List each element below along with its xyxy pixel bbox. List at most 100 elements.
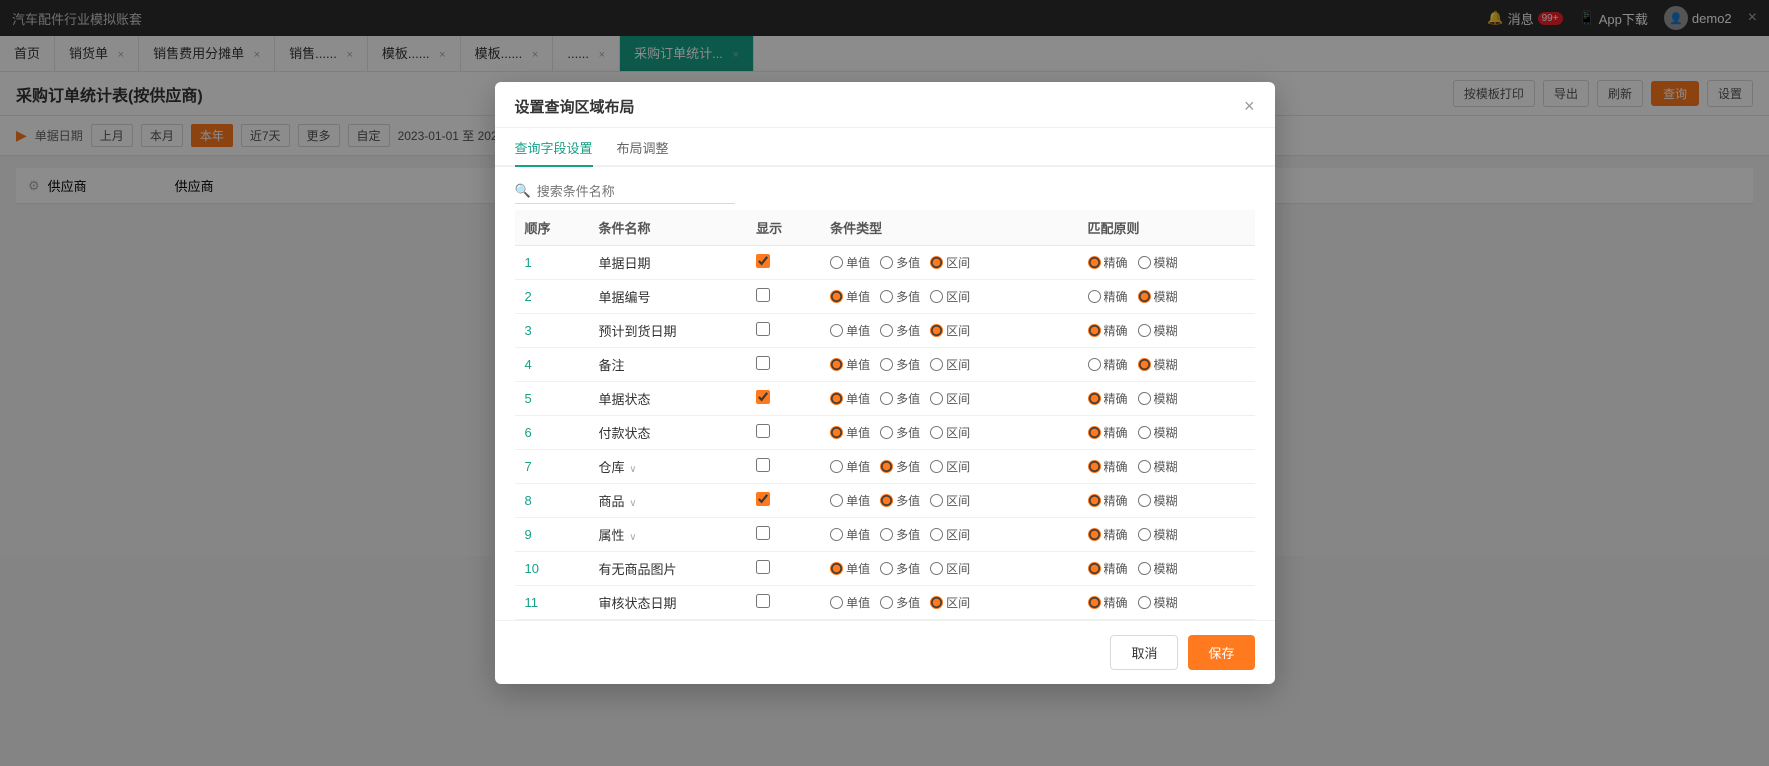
display-checkbox-2[interactable] bbox=[756, 322, 770, 336]
match-fuzzy-label[interactable]: 模糊 bbox=[1138, 492, 1178, 509]
cond-multi-radio[interactable] bbox=[880, 528, 893, 541]
cond-range-radio[interactable] bbox=[930, 358, 943, 371]
match-fuzzy-radio[interactable] bbox=[1138, 290, 1151, 303]
cond-range-label[interactable]: 区间 bbox=[930, 254, 970, 271]
cond-multi-radio[interactable] bbox=[880, 358, 893, 371]
cond-range-radio[interactable] bbox=[930, 290, 943, 303]
cond-single-radio[interactable] bbox=[830, 528, 843, 541]
display-checkbox-5[interactable] bbox=[756, 424, 770, 438]
cond-single-label[interactable]: 单值 bbox=[830, 254, 870, 271]
cond-multi-label[interactable]: 多值 bbox=[880, 492, 920, 509]
display-checkbox-7[interactable] bbox=[756, 492, 770, 506]
cond-range-radio[interactable] bbox=[930, 562, 943, 575]
match-fuzzy-label[interactable]: 模糊 bbox=[1138, 356, 1178, 373]
cancel-btn[interactable]: 取消 bbox=[1110, 635, 1178, 670]
cond-range-label[interactable]: 区间 bbox=[930, 356, 970, 373]
match-exact-radio[interactable] bbox=[1088, 460, 1101, 473]
match-exact-radio[interactable] bbox=[1088, 358, 1101, 371]
cond-range-radio[interactable] bbox=[930, 596, 943, 609]
cond-single-label[interactable]: 单值 bbox=[830, 492, 870, 509]
cond-range-radio[interactable] bbox=[930, 528, 943, 541]
cond-single-radio[interactable] bbox=[830, 290, 843, 303]
match-exact-radio[interactable] bbox=[1088, 494, 1101, 507]
cond-single-radio[interactable] bbox=[830, 494, 843, 507]
match-fuzzy-label[interactable]: 模糊 bbox=[1138, 424, 1178, 441]
match-fuzzy-radio[interactable] bbox=[1138, 562, 1151, 575]
cond-single-radio[interactable] bbox=[830, 392, 843, 405]
cond-single-label[interactable]: 单值 bbox=[830, 356, 870, 373]
cond-single-radio[interactable] bbox=[830, 426, 843, 439]
display-checkbox-0[interactable] bbox=[756, 254, 770, 268]
cond-multi-label[interactable]: 多值 bbox=[880, 254, 920, 271]
cond-range-label[interactable]: 区间 bbox=[930, 390, 970, 407]
match-exact-label[interactable]: 精确 bbox=[1088, 526, 1128, 543]
save-btn[interactable]: 保存 bbox=[1188, 635, 1254, 670]
match-fuzzy-radio[interactable] bbox=[1138, 460, 1151, 473]
match-exact-radio[interactable] bbox=[1088, 392, 1101, 405]
cond-multi-radio[interactable] bbox=[880, 392, 893, 405]
cond-single-label[interactable]: 单值 bbox=[830, 322, 870, 339]
match-fuzzy-label[interactable]: 模糊 bbox=[1138, 594, 1178, 611]
cond-multi-label[interactable]: 多值 bbox=[880, 594, 920, 611]
match-exact-radio[interactable] bbox=[1088, 290, 1101, 303]
display-checkbox-10[interactable] bbox=[756, 594, 770, 608]
cond-multi-label[interactable]: 多值 bbox=[880, 390, 920, 407]
cond-range-radio[interactable] bbox=[930, 256, 943, 269]
match-exact-label[interactable]: 精确 bbox=[1088, 458, 1128, 475]
match-exact-radio[interactable] bbox=[1088, 256, 1101, 269]
match-fuzzy-radio[interactable] bbox=[1138, 256, 1151, 269]
display-checkbox-3[interactable] bbox=[756, 356, 770, 370]
match-exact-label[interactable]: 精确 bbox=[1088, 288, 1128, 305]
match-exact-radio[interactable] bbox=[1088, 562, 1101, 575]
display-checkbox-8[interactable] bbox=[756, 526, 770, 540]
cond-single-label[interactable]: 单值 bbox=[830, 526, 870, 543]
cond-range-label[interactable]: 区间 bbox=[930, 288, 970, 305]
display-checkbox-1[interactable] bbox=[756, 288, 770, 302]
match-fuzzy-radio[interactable] bbox=[1138, 324, 1151, 337]
cond-multi-label[interactable]: 多值 bbox=[880, 356, 920, 373]
cond-single-label[interactable]: 单值 bbox=[830, 594, 870, 611]
match-exact-label[interactable]: 精确 bbox=[1088, 424, 1128, 441]
cond-multi-radio[interactable] bbox=[880, 256, 893, 269]
match-fuzzy-label[interactable]: 模糊 bbox=[1138, 254, 1178, 271]
match-fuzzy-radio[interactable] bbox=[1138, 392, 1151, 405]
match-exact-label[interactable]: 精确 bbox=[1088, 356, 1128, 373]
cond-range-label[interactable]: 区间 bbox=[930, 322, 970, 339]
match-exact-radio[interactable] bbox=[1088, 596, 1101, 609]
match-exact-label[interactable]: 精确 bbox=[1088, 594, 1128, 611]
cond-range-label[interactable]: 区间 bbox=[930, 560, 970, 577]
match-exact-label[interactable]: 精确 bbox=[1088, 254, 1128, 271]
cond-single-radio[interactable] bbox=[830, 358, 843, 371]
match-exact-radio[interactable] bbox=[1088, 528, 1101, 541]
cond-range-label[interactable]: 区间 bbox=[930, 492, 970, 509]
cond-multi-label[interactable]: 多值 bbox=[880, 560, 920, 577]
cond-single-radio[interactable] bbox=[830, 324, 843, 337]
cond-range-radio[interactable] bbox=[930, 392, 943, 405]
match-exact-radio[interactable] bbox=[1088, 324, 1101, 337]
match-fuzzy-radio[interactable] bbox=[1138, 596, 1151, 609]
tab-field-settings[interactable]: 查询字段设置 bbox=[515, 128, 593, 167]
cond-single-radio[interactable] bbox=[830, 460, 843, 473]
match-exact-radio[interactable] bbox=[1088, 426, 1101, 439]
match-fuzzy-radio[interactable] bbox=[1138, 358, 1151, 371]
match-fuzzy-label[interactable]: 模糊 bbox=[1138, 526, 1178, 543]
cond-single-radio[interactable] bbox=[830, 256, 843, 269]
cond-multi-radio[interactable] bbox=[880, 494, 893, 507]
cond-multi-radio[interactable] bbox=[880, 562, 893, 575]
cond-single-label[interactable]: 单值 bbox=[830, 390, 870, 407]
cond-multi-label[interactable]: 多值 bbox=[880, 424, 920, 441]
display-checkbox-9[interactable] bbox=[756, 560, 770, 574]
cond-range-radio[interactable] bbox=[930, 494, 943, 507]
search-input[interactable] bbox=[537, 184, 717, 199]
cond-multi-radio[interactable] bbox=[880, 426, 893, 439]
modal-close-btn[interactable]: × bbox=[1244, 96, 1255, 117]
match-fuzzy-label[interactable]: 模糊 bbox=[1138, 458, 1178, 475]
cond-multi-radio[interactable] bbox=[880, 290, 893, 303]
cond-single-radio[interactable] bbox=[830, 562, 843, 575]
match-fuzzy-radio[interactable] bbox=[1138, 528, 1151, 541]
cond-multi-radio[interactable] bbox=[880, 324, 893, 337]
cond-multi-radio[interactable] bbox=[880, 460, 893, 473]
cond-single-label[interactable]: 单值 bbox=[830, 288, 870, 305]
cond-range-radio[interactable] bbox=[930, 324, 943, 337]
cond-range-radio[interactable] bbox=[930, 426, 943, 439]
